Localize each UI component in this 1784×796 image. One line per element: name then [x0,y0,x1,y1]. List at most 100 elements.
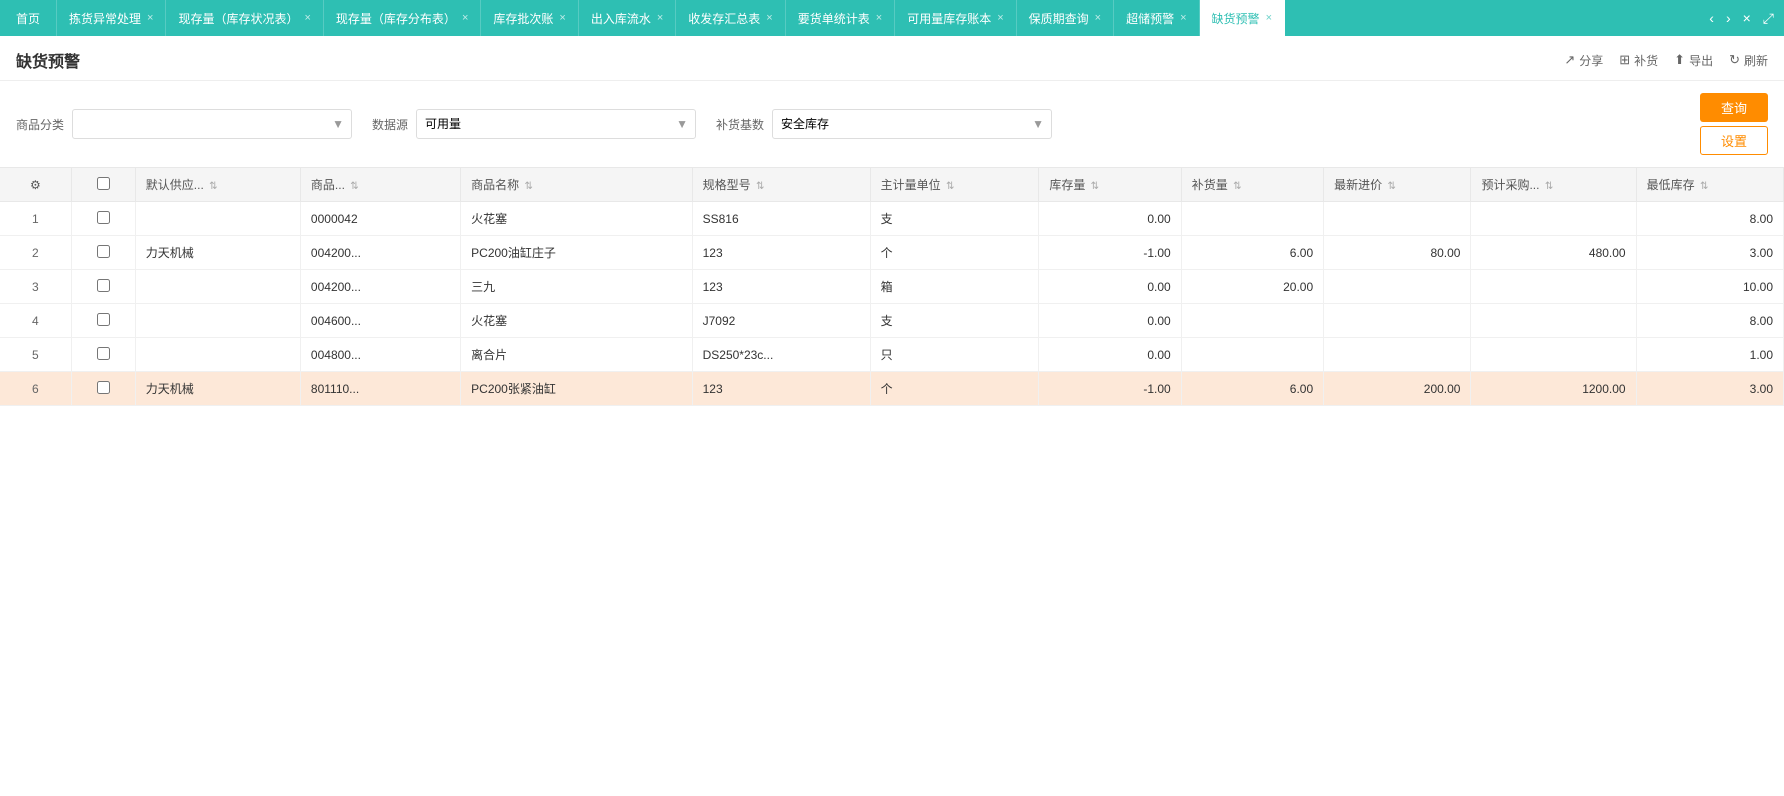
row-est-purchase [1471,338,1636,372]
row-checkbox[interactable] [97,211,110,224]
tab-fullscreen-button[interactable]: ⤢ [1757,0,1780,36]
col-stock[interactable]: 库存量 ⇅ [1039,168,1181,202]
tab-shortage[interactable]: 缺货预警× [1200,0,1285,36]
row-num-cell: 5 [0,338,71,372]
tab-inventory-status[interactable]: 现存量（库存状况表） × [166,0,323,36]
restock-button[interactable]: ⊞ 补货 [1619,52,1658,69]
row-supplier [135,202,300,236]
row-checkbox-cell[interactable] [71,372,135,406]
tab-order-stats[interactable]: 要货单统计表 × [786,0,895,36]
row-unit: 个 [870,372,1039,406]
row-supplier [135,304,300,338]
row-checkbox-cell[interactable] [71,270,135,304]
tab-close-icon[interactable]: × [766,12,772,24]
row-unit: 支 [870,304,1039,338]
sort-icon-min: ⇅ [1700,181,1708,192]
tab-inventory-dist[interactable]: 现存量（库存分布表）× [324,0,481,36]
row-num-cell: 6 [0,372,71,406]
row-unit: 个 [870,236,1039,270]
data-table: ⚙ 默认供应... ⇅ 商品... ⇅ 商品名称 ⇅ [0,167,1784,406]
col-min-stock[interactable]: 最低库存 ⇅ [1636,168,1783,202]
row-product-name: 离合片 [461,338,692,372]
tab-next-button[interactable]: › [1720,0,1737,36]
row-checkbox-cell[interactable] [71,236,135,270]
tab-batch-account[interactable]: 库存批次账× [481,0,578,36]
row-supplier [135,338,300,372]
row-spec: SS816 [692,202,870,236]
tab-close-icon[interactable]: × [657,12,663,24]
tab-prev-button[interactable]: ‹ [1703,0,1720,36]
tab-label: 现存量（库存状况表） [178,10,298,27]
col-unit[interactable]: 主计量单位 ⇅ [870,168,1039,202]
tab-recv-summary[interactable]: 收发存汇总表× [676,0,785,36]
row-stock: 0.00 [1039,304,1181,338]
row-est-purchase [1471,270,1636,304]
row-min-stock: 8.00 [1636,304,1783,338]
col-est-purchase[interactable]: 预计采购... ⇅ [1471,168,1636,202]
restock-basis-select[interactable]: 安全库存 [772,109,1052,139]
row-checkbox-cell[interactable] [71,304,135,338]
row-stock: -1.00 [1039,372,1181,406]
col-spec[interactable]: 规格型号 ⇅ [692,168,870,202]
row-est-purchase: 480.00 [1471,236,1636,270]
row-checkbox[interactable] [97,245,110,258]
export-button[interactable]: ⬆ 导出 [1674,52,1713,69]
select-all-checkbox[interactable] [97,177,110,190]
tab-available-ledger[interactable]: 可用量库存账本× [895,0,1016,36]
tab-label: 要货单统计表 [798,10,870,27]
tab-close-icon[interactable]: × [304,12,310,24]
tab-close-icon[interactable]: × [1095,12,1101,24]
sort-icon-restock: ⇅ [1233,181,1241,192]
tab-close-icon[interactable]: × [559,12,565,24]
row-checkbox[interactable] [97,381,110,394]
row-latest-price [1324,304,1471,338]
restock-basis-label: 补货基数 [716,116,764,133]
tab-close-icon[interactable]: × [1180,12,1186,24]
row-num-cell: 2 [0,236,71,270]
table-container: ⚙ 默认供应... ⇅ 商品... ⇅ 商品名称 ⇅ [0,167,1784,406]
tab-close-icon[interactable]: × [997,12,1003,24]
tab-home[interactable]: 首页 [0,0,57,36]
datasource-select[interactable]: 可用量 [416,109,696,139]
sort-icon-stock: ⇅ [1091,181,1099,192]
tab-inout-flow[interactable]: 出入库流水× [579,0,676,36]
col-product-code[interactable]: 商品... ⇅ [300,168,460,202]
share-icon: ↗ [1564,52,1575,68]
tab-expiry-query[interactable]: 保质期查询× [1017,0,1114,36]
row-checkbox[interactable] [97,279,110,292]
col-gear[interactable]: ⚙ [0,168,71,202]
share-button[interactable]: ↗ 分享 [1564,52,1603,69]
row-min-stock: 8.00 [1636,202,1783,236]
sort-icon-name: ⇅ [525,181,533,192]
table-row: 3 004200... 三九 123 箱 0.00 20.00 10.00 [0,270,1784,304]
col-default-supplier[interactable]: 默认供应... ⇅ [135,168,300,202]
row-checkbox-cell[interactable] [71,202,135,236]
settings-button[interactable]: 设置 [1700,126,1768,155]
row-checkbox[interactable] [97,347,110,360]
refresh-button[interactable]: ↻ 刷新 [1729,52,1768,69]
tab-close-icon[interactable]: × [876,12,882,24]
tab-overstock[interactable]: 超储预警× [1114,0,1199,36]
tab-close-icon[interactable]: × [1266,12,1272,24]
tab-close-icon[interactable]: × [462,12,468,24]
col-latest-price[interactable]: 最新进价 ⇅ [1324,168,1471,202]
row-checkbox[interactable] [97,313,110,326]
col-restock-qty[interactable]: 补货量 ⇅ [1181,168,1323,202]
filter-actions: 查询 设置 [1700,93,1768,155]
category-select[interactable] [72,109,352,139]
datasource-select-wrapper: 可用量 ▼ [416,109,696,139]
col-product-name[interactable]: 商品名称 ⇅ [461,168,692,202]
gear-icon[interactable]: ⚙ [30,178,41,192]
row-product-code: 004200... [300,236,460,270]
row-restock-qty [1181,304,1323,338]
row-product-code: 004200... [300,270,460,304]
row-product-code: 004600... [300,304,460,338]
tab-exception[interactable]: 拣货异常处理× [57,0,166,36]
row-checkbox-cell[interactable] [71,338,135,372]
query-button[interactable]: 查询 [1700,93,1768,122]
row-stock: 0.00 [1039,338,1181,372]
sort-icon-price: ⇅ [1388,181,1396,192]
tab-close-button[interactable]: × [1737,0,1757,36]
tab-close-icon[interactable]: × [147,12,153,24]
row-latest-price [1324,270,1471,304]
